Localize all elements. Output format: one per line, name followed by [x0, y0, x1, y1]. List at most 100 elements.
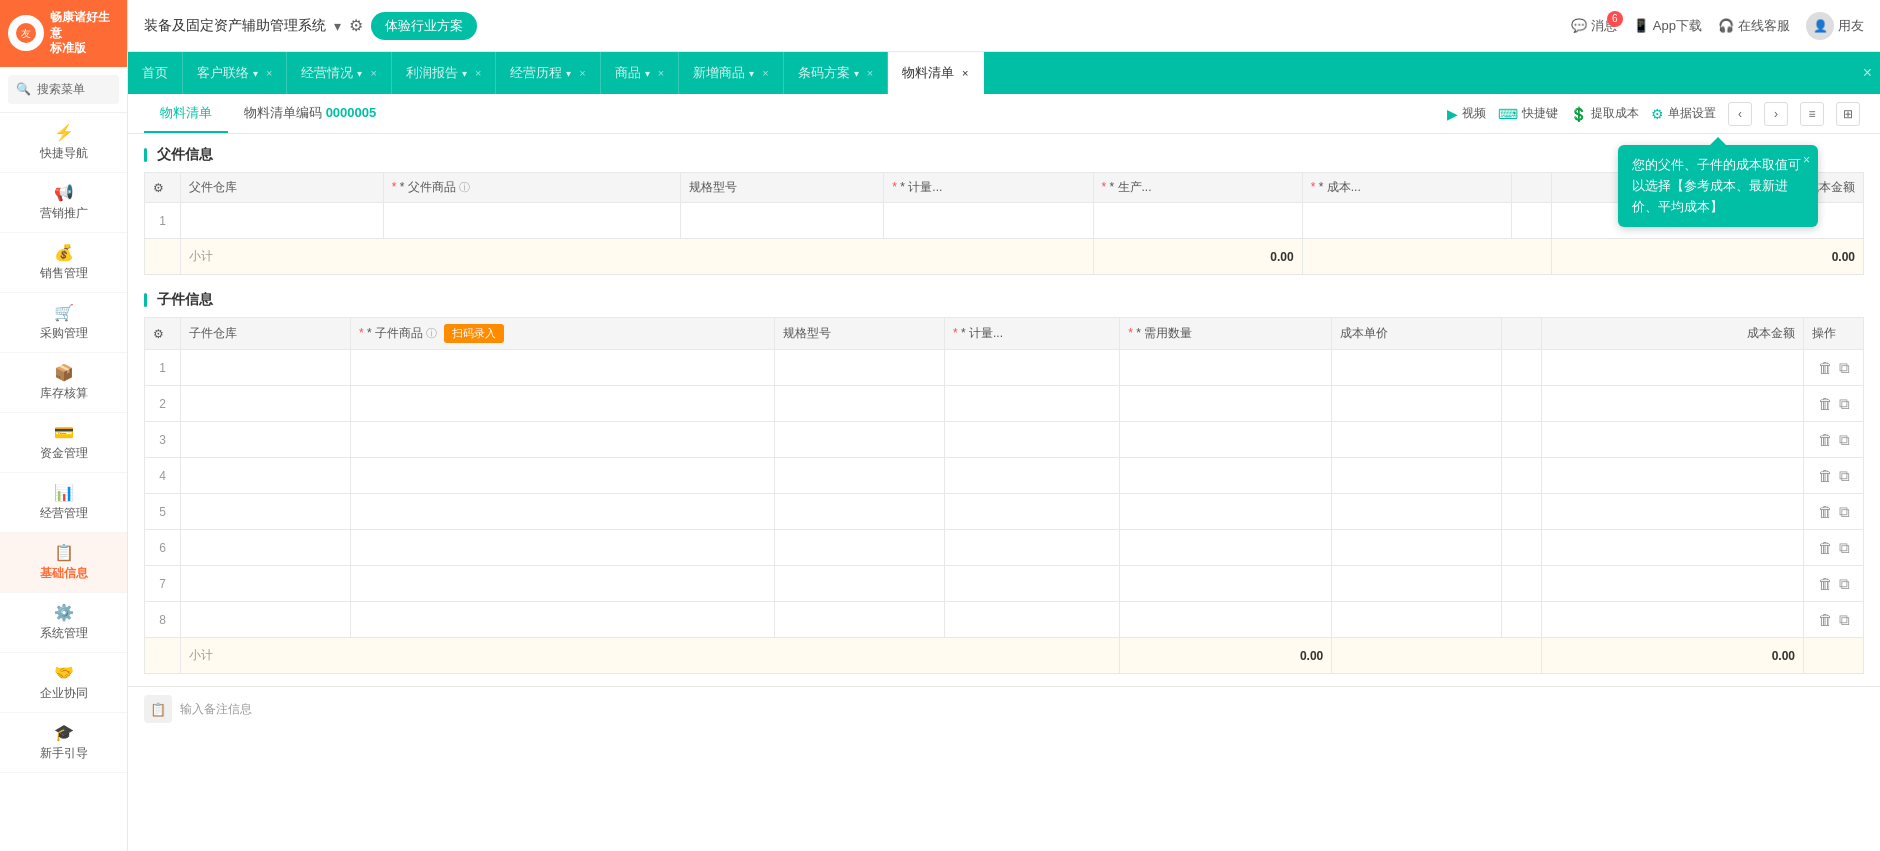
delete-row-button-4[interactable]: 🗑	[1818, 467, 1833, 484]
child-product-cell-6[interactable]	[351, 530, 775, 566]
child-unit-cell-2[interactable]	[944, 386, 1119, 422]
child-unit-cell-3[interactable]	[944, 422, 1119, 458]
copy-row-button-4[interactable]: ⧉	[1839, 467, 1850, 485]
user-avatar-button[interactable]: 👤 用友	[1806, 12, 1864, 40]
child-qty-cell-2[interactable]	[1120, 386, 1332, 422]
child-unit-cost-cell-2[interactable]	[1332, 386, 1502, 422]
close-all-tabs-button[interactable]: ×	[1855, 64, 1880, 82]
delete-row-button-7[interactable]: 🗑	[1818, 575, 1833, 592]
child-warehouse-cell-7[interactable]	[181, 566, 351, 602]
child-unit-cell-1[interactable]	[944, 350, 1119, 386]
child-spec-cell-7[interactable]	[774, 566, 944, 602]
tab-barcode[interactable]: 条码方案 ▾ ×	[784, 52, 888, 94]
child-unit-cost-cell-3[interactable]	[1332, 422, 1502, 458]
tab-close-profit[interactable]: ×	[471, 67, 481, 79]
online-service-button[interactable]: 🎧 在线客服	[1718, 17, 1790, 35]
view-video-button[interactable]: ▶ 视频	[1447, 105, 1486, 122]
shortcut-button[interactable]: ⌨ 快捷键	[1498, 105, 1558, 122]
child-product-cell-2[interactable]	[351, 386, 775, 422]
child-warehouse-cell-2[interactable]	[181, 386, 351, 422]
sidebar-item-marketing[interactable]: 📢 营销推广	[0, 173, 127, 233]
copy-row-button-6[interactable]: ⧉	[1839, 539, 1850, 557]
tab-close-products[interactable]: ×	[654, 67, 664, 79]
tab-products[interactable]: 商品 ▾ ×	[601, 52, 679, 94]
copy-row-button-8[interactable]: ⧉	[1839, 611, 1850, 629]
copy-row-button-3[interactable]: ⧉	[1839, 431, 1850, 449]
tab-operations[interactable]: 经营情况 ▾ ×	[287, 52, 391, 94]
parent-cost-cell[interactable]	[1302, 203, 1511, 239]
copy-row-button-2[interactable]: ⧉	[1839, 395, 1850, 413]
tab-customer[interactable]: 客户联络 ▾ ×	[183, 52, 287, 94]
child-product-cell-7[interactable]	[351, 566, 775, 602]
delete-row-button-1[interactable]: 🗑	[1818, 359, 1833, 376]
child-qty-cell-1[interactable]	[1120, 350, 1332, 386]
scan-input-button[interactable]: 扫码录入	[444, 324, 504, 343]
child-product-cell-5[interactable]	[351, 494, 775, 530]
bottom-icon-1[interactable]: 📋	[144, 695, 172, 723]
child-product-cell-8[interactable]	[351, 602, 775, 638]
child-qty-cell-7[interactable]	[1120, 566, 1332, 602]
list-view-button[interactable]: ⊞	[1836, 102, 1860, 126]
sidebar-item-operations[interactable]: 📊 经营管理	[0, 473, 127, 533]
doc-settings-button[interactable]: ⚙ 单据设置	[1651, 105, 1716, 122]
parent-production-cell[interactable]	[1093, 203, 1302, 239]
parent-warehouse-cell[interactable]	[181, 203, 384, 239]
copy-row-button-7[interactable]: ⧉	[1839, 575, 1850, 593]
child-warehouse-cell-1[interactable]	[181, 350, 351, 386]
trial-button[interactable]: 体验行业方案	[371, 12, 477, 40]
th-settings[interactable]: ⚙	[145, 173, 181, 203]
child-warehouse-cell-6[interactable]	[181, 530, 351, 566]
extract-cost-button[interactable]: 💲 提取成本	[1570, 105, 1639, 122]
child-unit-cell-7[interactable]	[944, 566, 1119, 602]
sub-tab-bom-list[interactable]: 物料清单	[144, 94, 228, 133]
parent-spec-cell[interactable]	[681, 203, 884, 239]
next-page-button[interactable]: ›	[1764, 102, 1788, 126]
child-spec-cell-5[interactable]	[774, 494, 944, 530]
child-unit-cell-4[interactable]	[944, 458, 1119, 494]
tab-bom[interactable]: 物料清单 ×	[888, 52, 983, 94]
sidebar-item-system[interactable]: ⚙️ 系统管理	[0, 593, 127, 653]
child-product-cell-1[interactable]	[351, 350, 775, 386]
sidebar-item-purchase[interactable]: 🛒 采购管理	[0, 293, 127, 353]
app-download-button[interactable]: 📱 App下载	[1633, 17, 1702, 35]
tab-history[interactable]: 经营历程 ▾ ×	[496, 52, 600, 94]
child-unit-cost-cell-8[interactable]	[1332, 602, 1502, 638]
child-unit-cost-cell-4[interactable]	[1332, 458, 1502, 494]
child-unit-cell-8[interactable]	[944, 602, 1119, 638]
child-spec-cell-1[interactable]	[774, 350, 944, 386]
child-unit-cell-6[interactable]	[944, 530, 1119, 566]
tab-close-barcode[interactable]: ×	[863, 67, 873, 79]
sidebar-item-inventory[interactable]: 📦 库存核算	[0, 353, 127, 413]
tab-close-customer[interactable]: ×	[262, 67, 272, 79]
delete-row-button-6[interactable]: 🗑	[1818, 539, 1833, 556]
parent-product-cell[interactable]	[383, 203, 681, 239]
th-child-settings[interactable]: ⚙	[145, 318, 181, 350]
tab-profit[interactable]: 利润报告 ▾ ×	[392, 52, 496, 94]
system-dropdown-button[interactable]: ▾	[334, 18, 341, 34]
child-product-cell-4[interactable]	[351, 458, 775, 494]
delete-row-button-2[interactable]: 🗑	[1818, 395, 1833, 412]
tab-home[interactable]: 首页	[128, 52, 183, 94]
sidebar-item-collab[interactable]: 🤝 企业协同	[0, 653, 127, 713]
tab-close-history[interactable]: ×	[575, 67, 585, 79]
sidebar-item-sales[interactable]: 💰 销售管理	[0, 233, 127, 293]
child-unit-cell-5[interactable]	[944, 494, 1119, 530]
prev-page-button[interactable]: ‹	[1728, 102, 1752, 126]
child-qty-cell-8[interactable]	[1120, 602, 1332, 638]
child-unit-cost-cell-6[interactable]	[1332, 530, 1502, 566]
parent-unit-cell[interactable]	[884, 203, 1093, 239]
child-qty-cell-3[interactable]	[1120, 422, 1332, 458]
delete-row-button-8[interactable]: 🗑	[1818, 611, 1833, 628]
sidebar-item-basic-info[interactable]: 📋 基础信息	[0, 533, 127, 593]
child-unit-cost-cell-5[interactable]	[1332, 494, 1502, 530]
gear-settings-button[interactable]: ⚙	[349, 16, 363, 35]
tab-close-new-product[interactable]: ×	[758, 67, 768, 79]
tab-close-bom[interactable]: ×	[958, 67, 968, 79]
child-product-cell-3[interactable]	[351, 422, 775, 458]
delete-row-button-3[interactable]: 🗑	[1818, 431, 1833, 448]
child-warehouse-cell-3[interactable]	[181, 422, 351, 458]
copy-row-button-5[interactable]: ⧉	[1839, 503, 1850, 521]
child-qty-cell-6[interactable]	[1120, 530, 1332, 566]
tab-close-operations[interactable]: ×	[366, 67, 376, 79]
tooltip-close-button[interactable]: ×	[1803, 151, 1810, 170]
